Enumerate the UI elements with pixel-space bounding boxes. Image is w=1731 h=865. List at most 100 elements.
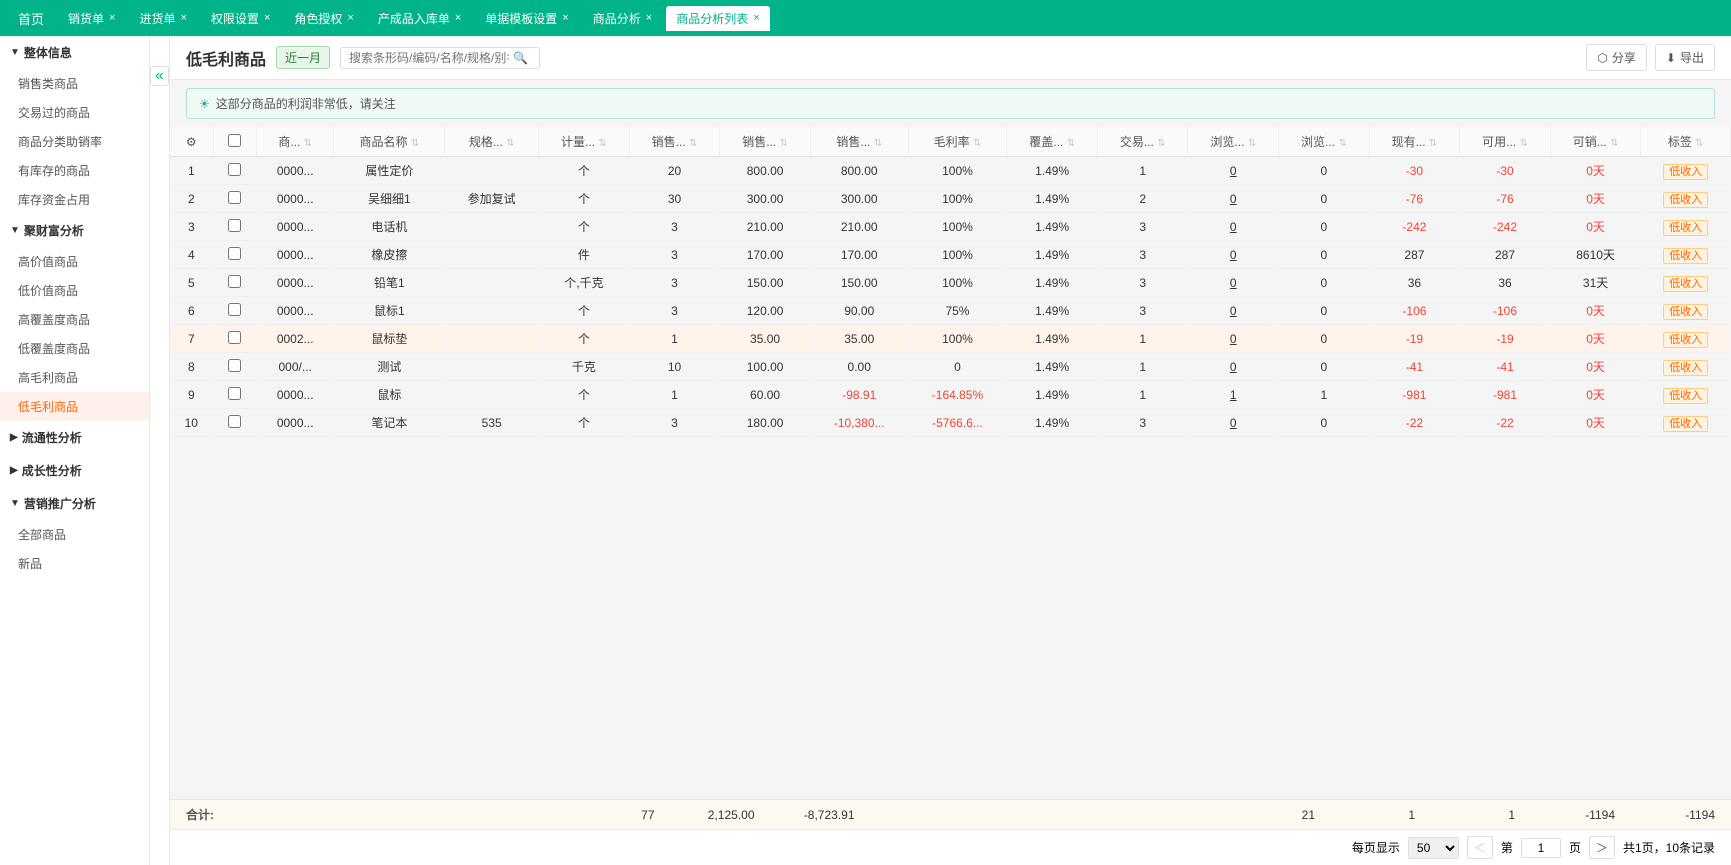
sidebar-group-flow[interactable]: ▶ 流通性分析	[0, 421, 149, 454]
th-sales-count[interactable]: 销售... ⇅	[629, 127, 720, 157]
row-tag: 低收入	[1641, 241, 1731, 269]
sidebar-group-growth[interactable]: ▶ 成长性分析	[0, 454, 149, 487]
row-select-checkbox[interactable]	[228, 247, 241, 260]
nav-permission-settings[interactable]: 权限设置 ×	[201, 6, 280, 31]
row-checkbox[interactable]	[213, 241, 256, 269]
nav-product-warehouse[interactable]: 产成品入库单 ×	[368, 6, 471, 31]
settings-icon[interactable]: ⚙	[186, 135, 197, 149]
th-transaction[interactable]: 交易... ⇅	[1097, 127, 1188, 157]
close-icon[interactable]: ×	[562, 12, 568, 24]
row-select-checkbox[interactable]	[228, 303, 241, 316]
nav-role-auth[interactable]: 角色授权 ×	[284, 6, 363, 31]
row-checkbox[interactable]	[213, 157, 256, 185]
close-icon[interactable]: ×	[753, 12, 759, 24]
row-view1[interactable]: 0	[1188, 185, 1279, 213]
sidebar-item-high-value[interactable]: 高价值商品	[0, 247, 149, 276]
th-view1[interactable]: 浏览... ⇅	[1188, 127, 1279, 157]
th-unit[interactable]: 计量... ⇅	[539, 127, 630, 157]
th-gross-margin[interactable]: 毛利率 ⇅	[908, 127, 1007, 157]
th-name[interactable]: 商品名称 ⇅	[334, 127, 445, 157]
row-checkbox[interactable]	[213, 213, 256, 241]
time-filter-button[interactable]: 近一月	[276, 46, 330, 69]
row-checkbox[interactable]	[213, 325, 256, 353]
th-saleable-stock[interactable]: 可销... ⇅	[1550, 127, 1641, 157]
sidebar-item-high-margin[interactable]: 高毛利商品	[0, 363, 149, 392]
prev-page-button[interactable]: ＜	[1467, 836, 1493, 859]
close-icon[interactable]: ×	[646, 12, 652, 24]
sidebar-collapse-button[interactable]: «	[150, 66, 169, 86]
sidebar-item-traded-goods[interactable]: 交易过的商品	[0, 98, 149, 127]
sidebar-item-low-coverage[interactable]: 低覆盖度商品	[0, 334, 149, 363]
row-name: 鼠标	[334, 381, 445, 409]
sidebar-group-marketing[interactable]: ▼ 营销推广分析	[0, 487, 149, 520]
row-sales-amount: 35.00	[810, 325, 908, 353]
th-code[interactable]: 商... ⇅	[256, 127, 334, 157]
th-view2[interactable]: 浏览... ⇅	[1279, 127, 1370, 157]
row-checkbox[interactable]	[213, 353, 256, 381]
row-view1[interactable]: 0	[1188, 241, 1279, 269]
row-checkbox[interactable]	[213, 409, 256, 437]
row-checkbox[interactable]	[213, 269, 256, 297]
th-current-stock[interactable]: 现有... ⇅	[1369, 127, 1460, 157]
select-all-checkbox[interactable]	[228, 134, 241, 147]
sidebar-item-new-goods[interactable]: 新品	[0, 549, 149, 578]
sidebar-item-in-stock[interactable]: 有库存的商品	[0, 156, 149, 185]
sidebar-item-all-goods[interactable]: 全部商品	[0, 520, 149, 549]
th-settings[interactable]: ⚙	[170, 127, 213, 157]
close-icon[interactable]: ×	[109, 12, 115, 24]
th-spec[interactable]: 规格... ⇅	[445, 127, 539, 157]
sidebar-item-high-coverage[interactable]: 高覆盖度商品	[0, 305, 149, 334]
row-select-checkbox[interactable]	[228, 331, 241, 344]
sidebar-item-sales-goods[interactable]: 销售类商品	[0, 69, 149, 98]
export-button[interactable]: ⬇ 导出	[1655, 44, 1715, 71]
sidebar-group-wealth[interactable]: ▼ 聚财富分析	[0, 214, 149, 247]
sidebar-item-low-margin[interactable]: 低毛利商品	[0, 392, 149, 421]
search-icon[interactable]: 🔍	[513, 51, 528, 65]
page-number-input[interactable]	[1521, 838, 1561, 858]
close-icon[interactable]: ×	[347, 12, 353, 24]
sidebar-item-category-rate[interactable]: 商品分类助销率	[0, 127, 149, 156]
row-view1[interactable]: 1	[1188, 381, 1279, 409]
th-available-stock[interactable]: 可用... ⇅	[1460, 127, 1551, 157]
row-select-checkbox[interactable]	[228, 359, 241, 372]
nav-sales-order[interactable]: 销货单 ×	[58, 6, 125, 31]
sidebar-item-low-value[interactable]: 低价值商品	[0, 276, 149, 305]
th-coverage[interactable]: 覆盖... ⇅	[1007, 127, 1098, 157]
nav-purchase-order[interactable]: 进货单 ×	[129, 6, 196, 31]
nav-product-analysis-list[interactable]: 商品分析列表 ×	[666, 6, 769, 31]
nav-product-analysis[interactable]: 商品分析 ×	[583, 6, 662, 31]
th-sales-price[interactable]: 销售... ⇅	[720, 127, 811, 157]
row-no: 3	[170, 213, 213, 241]
row-view1[interactable]: 0	[1188, 269, 1279, 297]
nav-home[interactable]: 首页	[8, 5, 54, 32]
row-view1[interactable]: 0	[1188, 325, 1279, 353]
row-view1[interactable]: 0	[1188, 409, 1279, 437]
row-spec	[445, 297, 539, 325]
row-select-checkbox[interactable]	[228, 163, 241, 176]
th-tag[interactable]: 标签 ⇅	[1641, 127, 1731, 157]
row-select-checkbox[interactable]	[228, 415, 241, 428]
close-icon[interactable]: ×	[455, 12, 461, 24]
next-page-button[interactable]: ＞	[1589, 836, 1615, 859]
close-icon[interactable]: ×	[180, 12, 186, 24]
row-select-checkbox[interactable]	[228, 191, 241, 204]
row-select-checkbox[interactable]	[228, 219, 241, 232]
row-checkbox[interactable]	[213, 381, 256, 409]
search-input[interactable]	[349, 51, 509, 65]
row-view1[interactable]: 0	[1188, 213, 1279, 241]
row-checkbox[interactable]	[213, 185, 256, 213]
per-page-select[interactable]: 50 100 200	[1408, 837, 1459, 859]
row-select-checkbox[interactable]	[228, 275, 241, 288]
row-select-checkbox[interactable]	[228, 387, 241, 400]
close-icon[interactable]: ×	[264, 12, 270, 24]
share-button[interactable]: ⬡ 分享	[1586, 44, 1647, 71]
row-view1[interactable]: 0	[1188, 297, 1279, 325]
row-checkbox[interactable]	[213, 297, 256, 325]
chevron-down-icon: ▼	[10, 498, 20, 509]
row-view1[interactable]: 0	[1188, 157, 1279, 185]
sidebar-item-capital[interactable]: 库存资金占用	[0, 185, 149, 214]
nav-template-settings[interactable]: 单据模板设置 ×	[475, 6, 578, 31]
row-view1[interactable]: 0	[1188, 353, 1279, 381]
th-sales-amount[interactable]: 销售... ⇅	[810, 127, 908, 157]
sidebar-group-overall[interactable]: ▼ 整体信息	[0, 36, 149, 69]
